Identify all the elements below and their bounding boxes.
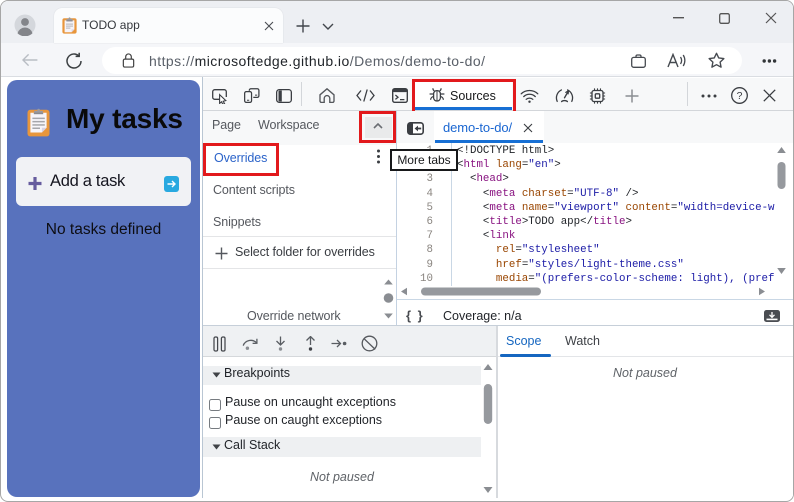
svg-text:?: ? bbox=[737, 90, 743, 102]
